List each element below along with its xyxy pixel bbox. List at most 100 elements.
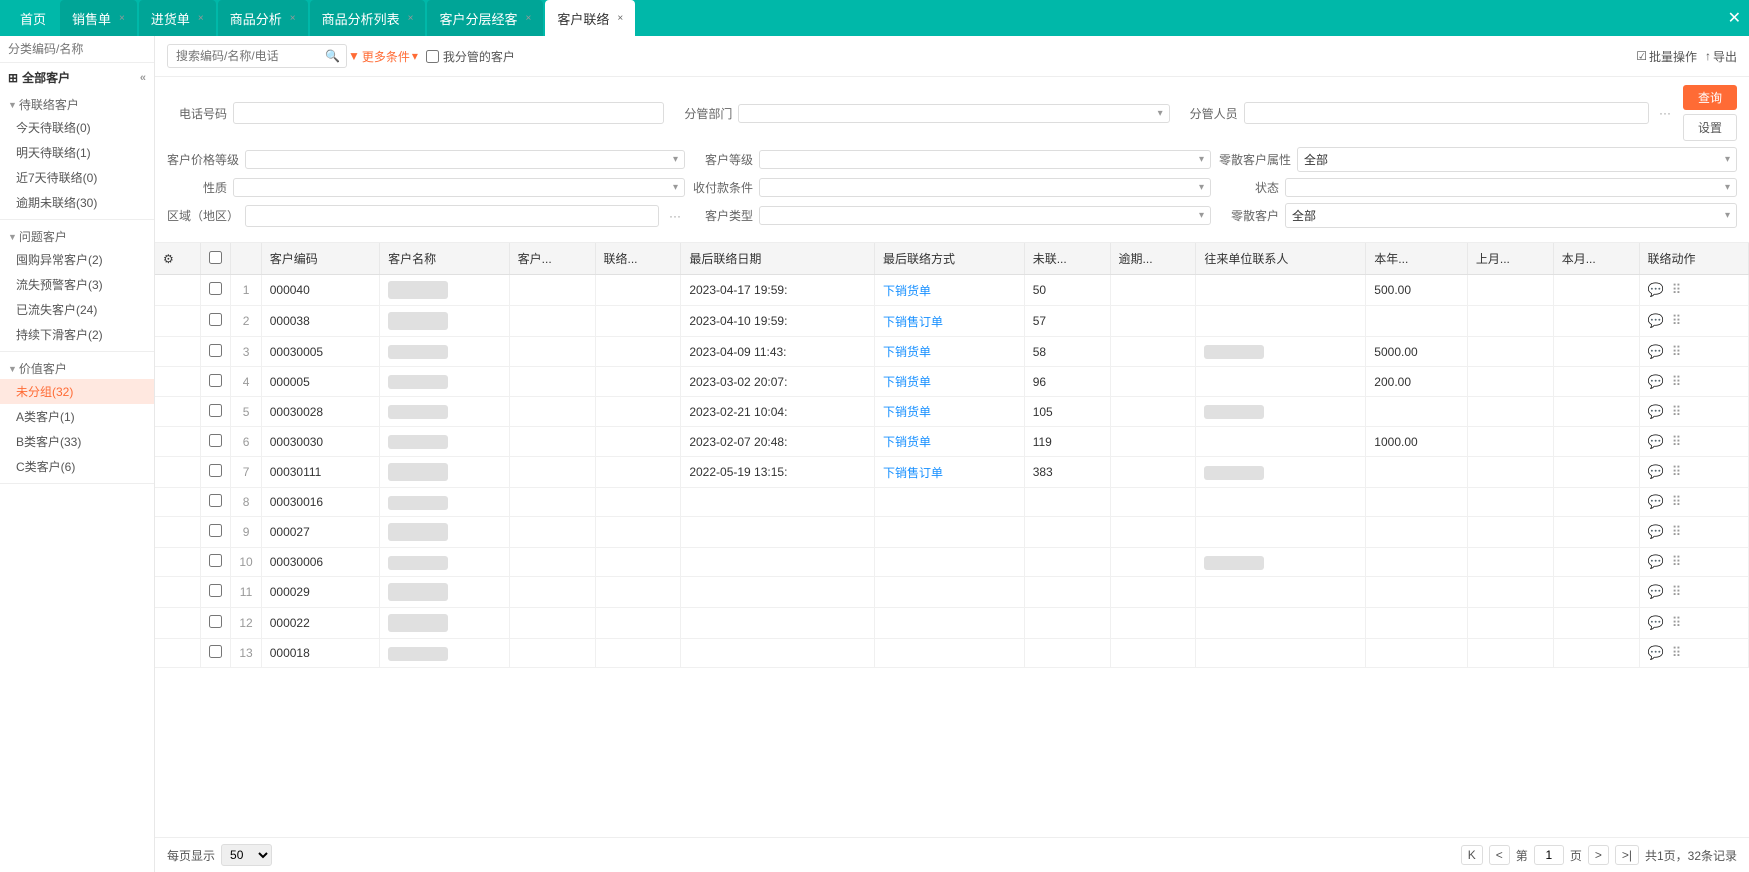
search-icon[interactable]: 🔍 <box>325 49 340 63</box>
last-page-button[interactable]: >| <box>1615 845 1639 865</box>
row-checkbox-cell[interactable] <box>201 337 231 367</box>
query-button[interactable]: 查询 <box>1683 85 1737 110</box>
last-contact-method[interactable] <box>874 577 1024 608</box>
row-checkbox-cell[interactable] <box>201 517 231 548</box>
filter-select-客户价格等级[interactable]: ▾ <box>245 150 685 169</box>
sidebar-item[interactable]: 已流失客户(24) <box>0 297 154 322</box>
sidebar-item[interactable]: 近7天待联络(0) <box>0 165 154 190</box>
row-checkbox-cell[interactable] <box>201 608 231 639</box>
row-actions[interactable]: 💬 ⠿ <box>1639 548 1748 577</box>
row-checkbox[interactable] <box>209 645 222 658</box>
row-checkbox[interactable] <box>209 404 222 417</box>
row-checkbox-cell[interactable] <box>201 639 231 668</box>
nav-tab-customer-segment[interactable]: 客户分层经客× <box>427 0 543 36</box>
row-checkbox-cell[interactable] <box>201 275 231 306</box>
row-actions[interactable]: 💬 ⠿ <box>1639 367 1748 397</box>
message-icon[interactable]: 💬 <box>1648 434 1664 450</box>
row-actions[interactable]: 💬 ⠿ <box>1639 517 1748 548</box>
sidebar-group-pending[interactable]: ▼ 待联络客户 <box>0 92 154 115</box>
filter-select-客户等级[interactable]: ▾ <box>759 150 1211 169</box>
nav-tab-sales[interactable]: 销售单× <box>60 0 137 36</box>
sidebar-item[interactable]: B类客户(33) <box>0 429 154 454</box>
menu-icon[interactable]: ⠿ <box>1672 374 1682 390</box>
menu-icon[interactable]: ⠿ <box>1672 464 1682 480</box>
my-customers-checkbox[interactable] <box>426 50 439 63</box>
page-size-select[interactable]: 50 100 <box>221 844 272 866</box>
ellipsis-button[interactable]: ··· <box>1655 106 1675 120</box>
last-contact-method[interactable]: 下销货单 <box>874 397 1024 427</box>
filter-select-分管部门[interactable]: ▾ <box>738 104 1169 123</box>
sidebar-item[interactable]: A类客户(1) <box>0 404 154 429</box>
message-icon[interactable]: 💬 <box>1648 464 1664 480</box>
sidebar-group-problem[interactable]: ▼ 问题客户 <box>0 224 154 247</box>
row-checkbox[interactable] <box>209 313 222 326</box>
row-checkbox-cell[interactable] <box>201 306 231 337</box>
sidebar-item[interactable]: 逾期未联络(30) <box>0 190 154 215</box>
nav-tab-customer-contact[interactable]: 客户联络× <box>545 0 635 36</box>
row-actions[interactable]: 💬 ⠿ <box>1639 397 1748 427</box>
search-input[interactable] <box>167 44 347 68</box>
sidebar-group-value[interactable]: ▼ 价值客户 <box>0 356 154 379</box>
message-icon[interactable]: 💬 <box>1648 282 1664 298</box>
contact-method-link[interactable]: 下销货单 <box>883 345 931 359</box>
collapse-icon[interactable]: « <box>140 72 146 84</box>
last-contact-method[interactable] <box>874 639 1024 668</box>
menu-icon[interactable]: ⠿ <box>1672 344 1682 360</box>
menu-icon[interactable]: ⠿ <box>1672 645 1682 661</box>
contact-method-link[interactable]: 下销货单 <box>883 375 931 389</box>
row-actions[interactable]: 💬 ⠿ <box>1639 457 1748 488</box>
col-header-settings[interactable]: ⚙ <box>155 243 201 275</box>
message-icon[interactable]: 💬 <box>1648 645 1664 661</box>
row-checkbox-cell[interactable] <box>201 427 231 457</box>
sidebar-item[interactable]: 持续下滑客户(2) <box>0 322 154 347</box>
last-contact-method[interactable]: 下销货单 <box>874 367 1024 397</box>
customer-table-container[interactable]: ⚙客户编码客户名称客户...联络...最后联络日期最后联络方式未联...逾期..… <box>155 243 1749 837</box>
batch-ops-button[interactable]: ☑ 批量操作 <box>1636 48 1697 65</box>
last-contact-method[interactable]: 下销货单 <box>874 427 1024 457</box>
sidebar-item[interactable]: 今天待联络(0) <box>0 115 154 140</box>
nav-tab-product-analysis[interactable]: 商品分析× <box>218 0 308 36</box>
row-checkbox[interactable] <box>209 524 222 537</box>
last-contact-method[interactable]: 下销货单 <box>874 337 1024 367</box>
message-icon[interactable]: 💬 <box>1648 615 1664 631</box>
filter-select-性质[interactable]: ▾ <box>233 178 685 197</box>
row-actions[interactable]: 💬 ⠿ <box>1639 488 1748 517</box>
first-page-button[interactable]: K <box>1461 845 1483 865</box>
menu-icon[interactable]: ⠿ <box>1672 584 1682 600</box>
row-actions[interactable]: 💬 ⠿ <box>1639 337 1748 367</box>
nav-tab-home[interactable]: 首页 <box>8 0 58 36</box>
message-icon[interactable]: 💬 <box>1648 374 1664 390</box>
prev-page-button[interactable]: < <box>1489 845 1510 865</box>
filter-input-电话号码[interactable] <box>233 102 664 124</box>
row-actions[interactable]: 💬 ⠿ <box>1639 577 1748 608</box>
tab-close-icon[interactable]: × <box>617 13 623 24</box>
my-customers-checkbox-label[interactable]: 我分管的客户 <box>426 48 515 65</box>
row-checkbox[interactable] <box>209 554 222 567</box>
reset-button[interactable]: 设置 <box>1683 114 1737 141</box>
last-contact-method[interactable] <box>874 488 1024 517</box>
next-page-button[interactable]: > <box>1588 845 1609 865</box>
more-conditions-button[interactable]: ▼ 更多条件 ▾ <box>348 48 418 65</box>
sidebar-search-input[interactable] <box>8 42 155 56</box>
tab-close-icon[interactable]: × <box>119 13 125 24</box>
menu-icon[interactable]: ⠿ <box>1672 554 1682 570</box>
message-icon[interactable]: 💬 <box>1648 524 1664 540</box>
col-header-checkbox[interactable] <box>201 243 231 275</box>
menu-icon[interactable]: ⠿ <box>1672 524 1682 540</box>
contact-method-link[interactable]: 下销货单 <box>883 435 931 449</box>
menu-icon[interactable]: ⠿ <box>1672 404 1682 420</box>
last-contact-method[interactable]: 下销货单 <box>874 275 1024 306</box>
filter-select-状态[interactable]: ▾ <box>1285 178 1737 197</box>
tab-close-icon[interactable]: × <box>290 13 296 24</box>
filter-input-分管人员[interactable] <box>1244 102 1649 124</box>
contact-method-link[interactable]: 下销售订单 <box>883 466 943 480</box>
message-icon[interactable]: 💬 <box>1648 584 1664 600</box>
row-checkbox[interactable] <box>209 494 222 507</box>
message-icon[interactable]: 💬 <box>1648 494 1664 510</box>
page-number-input[interactable] <box>1534 845 1564 865</box>
sidebar-item[interactable]: 明天待联络(1) <box>0 140 154 165</box>
row-checkbox-cell[interactable] <box>201 577 231 608</box>
row-checkbox[interactable] <box>209 374 222 387</box>
nav-tab-purchase[interactable]: 进货单× <box>139 0 216 36</box>
row-checkbox-cell[interactable] <box>201 397 231 427</box>
